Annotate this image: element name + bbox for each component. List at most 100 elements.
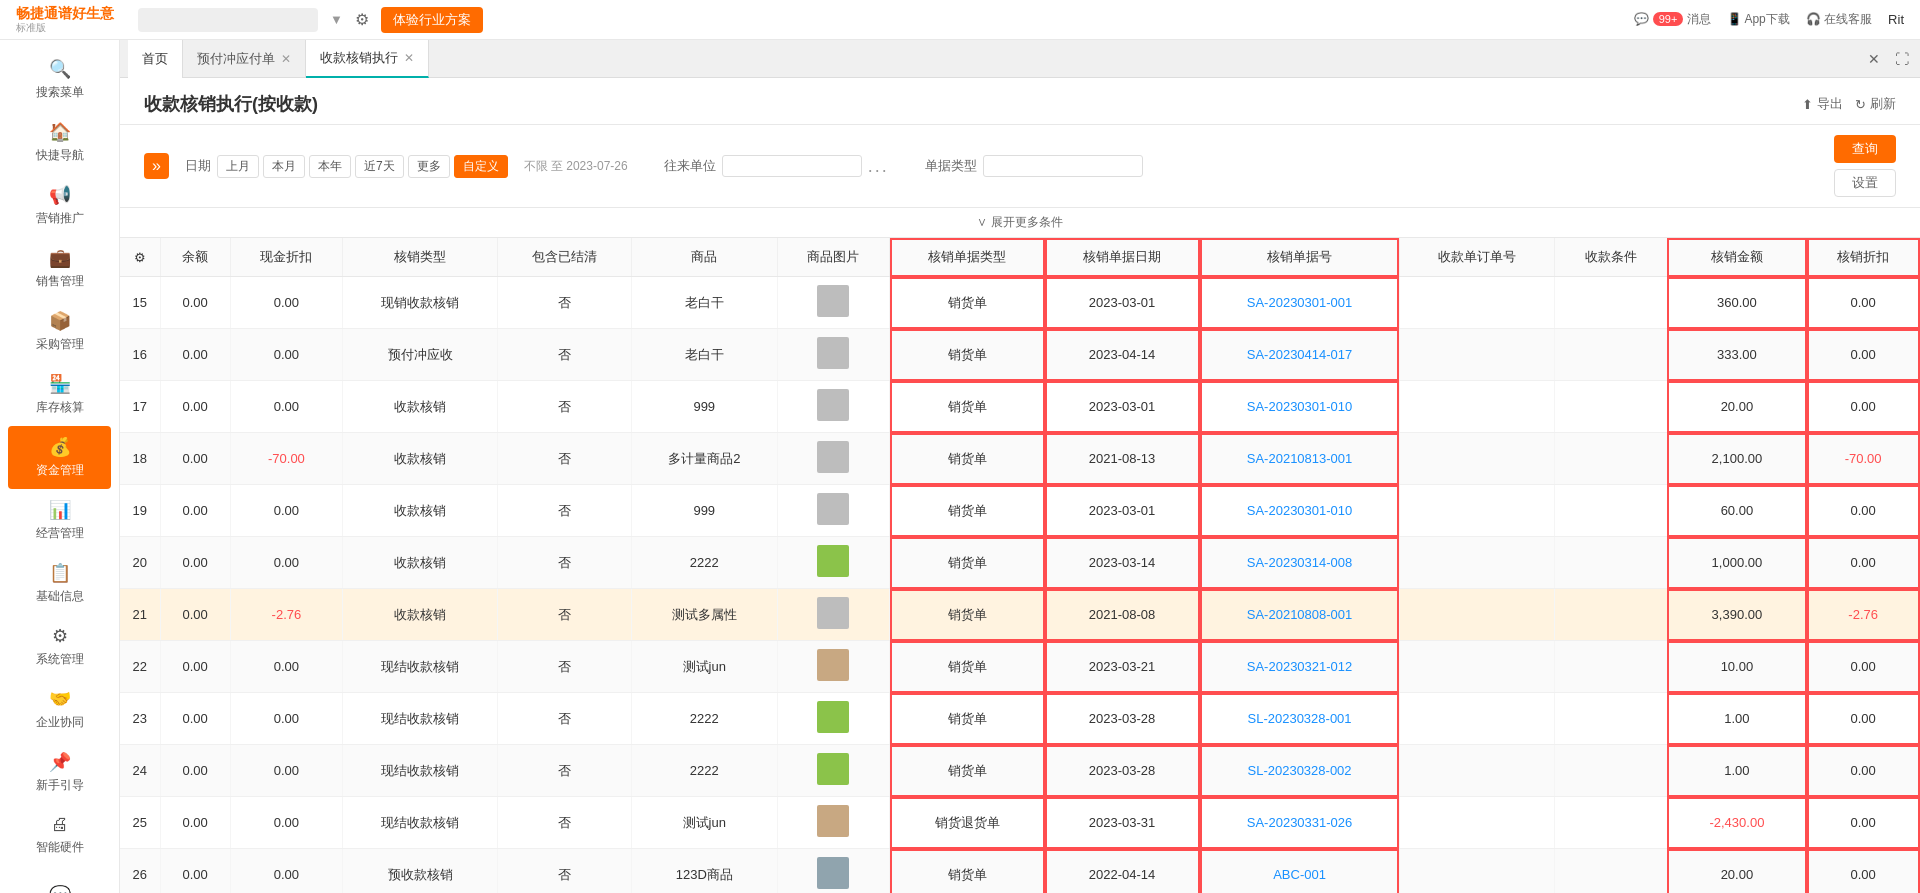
cell-product-image [777,849,890,894]
export-button[interactable]: ⬆ 导出 [1802,95,1843,113]
cell-include-settled: 否 [498,381,632,433]
cell-bill-no: ABC-001 [1200,849,1400,894]
tab-receipt-verify-close-icon[interactable]: ✕ [404,51,414,65]
cell-id: 22 [120,641,160,693]
bill-no-link[interactable]: SA-20230414-017 [1247,347,1353,362]
cell-cash-discount: -70.00 [230,433,343,485]
cell-bill-type: 销货单 [890,433,1045,485]
filter-billtype-select[interactable] [983,155,1143,177]
tab-prepaid[interactable]: 预付冲应付单 ✕ [183,40,306,78]
cell-verify-type: 现销收款核销 [343,277,498,329]
col-header-bill-no: 核销单据号 [1200,238,1400,277]
cell-include-settled: 否 [498,797,632,849]
cell-product-image [777,537,890,589]
finance-icon: 💰 [49,436,71,458]
cell-cash-discount: 0.00 [230,693,343,745]
cell-balance: 0.00 [160,381,230,433]
sidebar-item-inventory[interactable]: 🏪 库存核算 [0,363,119,426]
cell-receipt-condition [1554,797,1667,849]
system-icon: ⚙ [52,625,68,647]
cell-id: 16 [120,329,160,381]
query-button[interactable]: 查询 [1834,135,1896,163]
filter-billtype-group: 单据类型 [925,155,1143,177]
bill-no-link[interactable]: SL-20230328-002 [1247,763,1351,778]
bill-no-link[interactable]: SA-20230321-012 [1247,659,1353,674]
tab-expand-icon[interactable]: ⛶ [1892,49,1912,69]
cell-receipt-order [1399,589,1554,641]
cell-product: 2222 [631,745,777,797]
online-service-link[interactable]: 🎧 在线客服 [1806,11,1872,28]
bill-no-link[interactable]: SA-20210808-001 [1247,607,1353,622]
filter-this-year-btn[interactable]: 本年 [309,155,351,178]
sidebar-item-finance[interactable]: 💰 资金管理 [8,426,111,489]
cell-product-image [777,329,890,381]
cell-balance: 0.00 [160,277,230,329]
cell-balance: 0.00 [160,329,230,381]
sidebar-item-basicinfo[interactable]: 📋 基础信息 [0,552,119,615]
cell-bill-no: SA-20230301-001 [1200,277,1400,329]
sidebar-item-operations[interactable]: 📊 经营管理 [0,489,119,552]
filter-partner-input[interactable] [722,155,862,177]
tab-home[interactable]: 首页 [128,40,183,78]
cell-bill-date: 2023-03-14 [1045,537,1200,589]
sidebar-item-wechat[interactable]: 💬 企业微信 [0,874,119,893]
cell-verify-amount: 60.00 [1667,485,1807,537]
sidebar-item-system[interactable]: ⚙ 系统管理 [0,615,119,678]
cell-cash-discount: 0.00 [230,277,343,329]
chevron-down-icon[interactable]: ▼ [330,12,343,27]
filter-custom-btn[interactable]: 自定义 [454,155,508,178]
bill-no-link[interactable]: SL-20230328-001 [1247,711,1351,726]
col-header-verify-type: 核销类型 [343,238,498,277]
filter-7days-btn[interactable]: 近7天 [355,155,404,178]
solution-button[interactable]: 体验行业方案 [381,7,483,33]
sidebar-item-guide[interactable]: 📌 新手引导 [0,741,119,804]
cell-bill-date: 2023-03-28 [1045,693,1200,745]
setting-button[interactable]: 设置 [1834,169,1896,197]
app-download-link[interactable]: 📱 App下载 [1727,11,1790,28]
filter-partner-label: 往来单位 [664,157,716,175]
cell-include-settled: 否 [498,589,632,641]
sidebar-item-quicknav[interactable]: 🏠 快捷导航 [0,111,119,174]
marketing-icon: 📢 [49,184,71,206]
wechat-icon: 💬 [49,884,71,893]
cell-verify-discount: 0.00 [1807,485,1920,537]
cell-verify-amount: 20.00 [1667,849,1807,894]
cell-bill-date: 2023-03-21 [1045,641,1200,693]
sidebar-item-search[interactable]: 🔍 搜索菜单 [0,48,119,111]
filter-more-btn[interactable]: 更多 [408,155,450,178]
cell-bill-date: 2023-03-31 [1045,797,1200,849]
message-icon[interactable]: 💬 99+ 消息 [1634,11,1710,28]
bill-no-link[interactable]: SA-20230301-001 [1247,295,1353,310]
cell-receipt-order [1399,485,1554,537]
bill-no-link[interactable]: SA-20230301-010 [1247,399,1353,414]
sidebar-item-collab[interactable]: 🤝 企业协同 [0,678,119,741]
gear-settings-icon[interactable]: ⚙ [355,10,369,29]
sidebar-item-marketing[interactable]: 📢 营销推广 [0,174,119,237]
col-header-balance: 余额 [160,238,230,277]
sidebar-item-sales[interactable]: 💼 销售管理 [0,237,119,300]
cell-bill-type: 销货单 [890,589,1045,641]
filter-expand-button[interactable]: » [144,153,169,179]
bill-no-link[interactable]: SA-20230314-008 [1247,555,1353,570]
cell-bill-date: 2023-03-28 [1045,745,1200,797]
filter-last-month-btn[interactable]: 上月 [217,155,259,178]
cell-verify-discount: -70.00 [1807,433,1920,485]
header-actions: ⬆ 导出 ↻ 刷新 [1802,95,1896,113]
cell-product-image [777,797,890,849]
main-table: ⚙ 余额 现金折扣 核销类型 包含已结清 商品 商品图片 核销单据类型 核销单据… [120,238,1920,893]
bill-no-link[interactable]: ABC-001 [1273,867,1326,882]
expand-more-btn[interactable]: ∨ 展开更多条件 [977,214,1062,231]
cell-verify-discount: 0.00 [1807,329,1920,381]
sidebar-item-hardware[interactable]: 🖨 智能硬件 [0,804,119,866]
bill-no-link[interactable]: SA-20230301-010 [1247,503,1353,518]
bill-no-link[interactable]: SA-20230331-026 [1247,815,1353,830]
tab-close-all-icon[interactable]: ✕ [1864,49,1884,69]
col-header-settings[interactable]: ⚙ [120,238,160,277]
refresh-button[interactable]: ↻ 刷新 [1855,95,1896,113]
bill-no-link[interactable]: SA-20210813-001 [1247,451,1353,466]
filter-this-month-btn[interactable]: 本月 [263,155,305,178]
tab-prepaid-close-icon[interactable]: ✕ [281,52,291,66]
tab-receipt-verify[interactable]: 收款核销执行 ✕ [306,40,429,78]
sidebar-item-purchase[interactable]: 📦 采购管理 [0,300,119,363]
cell-balance: 0.00 [160,485,230,537]
